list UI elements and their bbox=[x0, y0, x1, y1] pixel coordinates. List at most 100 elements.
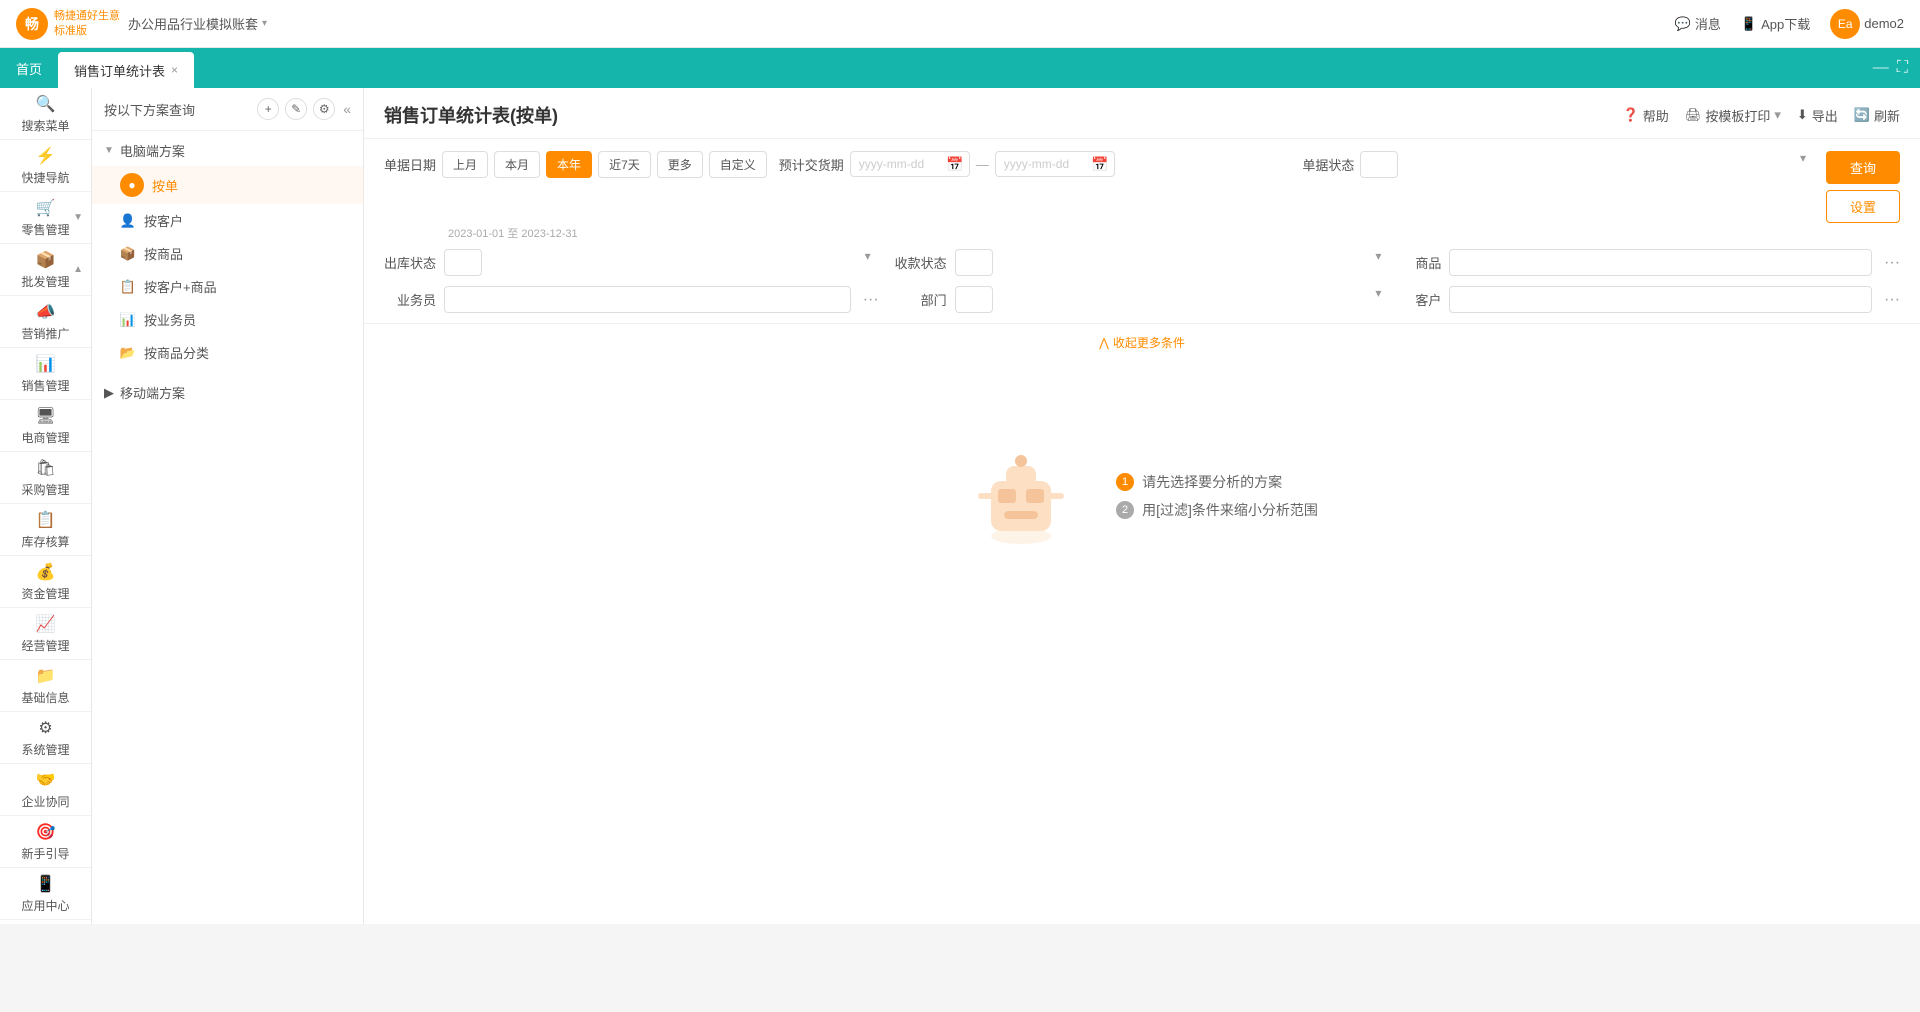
refresh-icon: 🔄 bbox=[1854, 107, 1870, 123]
sidebar-item-appstore[interactable]: 📱 应用中心 bbox=[0, 868, 91, 920]
scheme-panel: 按以下方案查询 + ✎ ⚙ « ▼ 电脑端方案 bbox=[92, 88, 364, 924]
salesperson-more-icon[interactable]: ··· bbox=[863, 291, 879, 309]
salesperson-input[interactable] bbox=[444, 286, 851, 313]
scheme-header-actions: + ✎ ⚙ bbox=[257, 98, 335, 120]
sidebar-item-purchase[interactable]: 🛍 采购管理 bbox=[0, 452, 91, 504]
sidebar-item-retail[interactable]: 🛒 零售管理 ▼ bbox=[0, 192, 91, 244]
tip-number-1: 1 bbox=[1116, 473, 1134, 491]
status-label: 单据状态 bbox=[1302, 155, 1354, 174]
inventory-icon: 📋 bbox=[36, 510, 56, 530]
sidebar-item-quick-nav[interactable]: ⚡ 快捷导航 bbox=[0, 140, 91, 192]
more-date-button[interactable]: 更多 bbox=[657, 151, 703, 178]
sidebar-item-guide[interactable]: 🎯 新手引导 bbox=[0, 816, 91, 868]
tab-sales-order[interactable]: 销售订单统计表 × bbox=[58, 52, 194, 88]
sidebar: 🔍 搜索菜单 ⚡ 快捷导航 🛒 零售管理 ▼ 📦 批发管理 ▲ 📣 营销推广 📊… bbox=[0, 88, 92, 924]
scheme-settings-button[interactable]: ⚙ bbox=[313, 98, 335, 120]
product-label: 商品 bbox=[1405, 253, 1441, 272]
curr-month-button[interactable]: 本月 bbox=[494, 151, 540, 178]
window-maximize-button[interactable]: ⛶ bbox=[1897, 59, 1908, 77]
action-buttons: 查询 设置 bbox=[1826, 151, 1900, 223]
app-title-area[interactable]: 办公用品行业模拟账套 ▾ bbox=[128, 14, 267, 33]
scheme-item-by-order[interactable]: ● 按单 bbox=[92, 166, 363, 204]
delivery-select-arrow-icon: ▾ bbox=[865, 249, 871, 263]
expected-date-end-input[interactable] bbox=[995, 151, 1115, 177]
scheme-add-button[interactable]: + bbox=[257, 98, 279, 120]
delivery-filter-cell: 出库状态 ▾ bbox=[384, 249, 895, 276]
tab-home[interactable]: 首页 bbox=[0, 48, 58, 88]
scheme-item-by-product[interactable]: 📦 按商品 bbox=[92, 237, 363, 270]
prev-month-button[interactable]: 上月 bbox=[442, 151, 488, 178]
desktop-scheme-group: ▼ 电脑端方案 ● 按单 👤 按客户 📦 按商品 bbox=[92, 131, 363, 373]
mobile-group-header[interactable]: ▶ 移动端方案 bbox=[92, 377, 363, 408]
page-header: 销售订单统计表(按单) ❓ 帮助 🖨 按模板打印 ▾ ⬇ bbox=[364, 88, 1920, 139]
product-more-icon[interactable]: ··· bbox=[1884, 254, 1900, 272]
department-filter-cell: 部门 ▾ bbox=[895, 286, 1406, 313]
content-area: 按以下方案查询 + ✎ ⚙ « ▼ 电脑端方案 bbox=[92, 88, 1920, 924]
user-area[interactable]: Ea demo2 bbox=[1830, 9, 1904, 39]
curr-year-button[interactable]: 本年 bbox=[546, 151, 592, 178]
empty-content: 1 请先选择要分析的方案 2 用[过滤]条件来缩小分析范围 bbox=[966, 441, 1318, 551]
sidebar-item-operations[interactable]: 📈 经营管理 bbox=[0, 608, 91, 660]
guide-icon: 🎯 bbox=[36, 822, 56, 842]
sidebar-item-wholesale[interactable]: 📦 批发管理 ▲ bbox=[0, 244, 91, 296]
delivery-select-wrap: ▾ bbox=[444, 249, 879, 276]
settings-button[interactable]: 设置 bbox=[1826, 190, 1900, 223]
tab-bar-actions: — ⛶ bbox=[1873, 59, 1920, 77]
retail-icon: 🛒 bbox=[36, 198, 56, 218]
print-button[interactable]: 🖨 按模板打印 ▾ bbox=[1685, 106, 1781, 125]
filter-area: 单据日期 上月 本月 本年 近7天 更多 自定义 预计交货期 bbox=[364, 139, 1920, 313]
expected-date-label: 预计交货期 bbox=[779, 155, 844, 174]
export-link[interactable]: ⬇ 导出 bbox=[1797, 106, 1838, 125]
customer-label: 客户 bbox=[1405, 290, 1441, 309]
desktop-group-arrow-icon: ▼ bbox=[104, 145, 114, 156]
sidebar-item-search-menu[interactable]: 🔍 搜索菜单 bbox=[0, 88, 91, 140]
sidebar-item-marketing[interactable]: 📣 营销推广 bbox=[0, 296, 91, 348]
scheme-item-by-category[interactable]: 📂 按商品分类 bbox=[92, 336, 363, 369]
sidebar-item-sales[interactable]: 📊 销售管理 bbox=[0, 348, 91, 400]
scheme-item-by-customer-product[interactable]: 📋 按客户+商品 bbox=[92, 270, 363, 303]
sidebar-item-system[interactable]: ⚙ 系统管理 bbox=[0, 712, 91, 764]
collapse-filters-button[interactable]: ⋀ 收起更多条件 bbox=[364, 323, 1920, 361]
sidebar-item-finance[interactable]: 💰 资金管理 bbox=[0, 556, 91, 608]
payment-select[interactable] bbox=[955, 249, 993, 276]
customer-filter-cell: 客户 ··· bbox=[1405, 286, 1900, 313]
app-title: 办公用品行业模拟账套 bbox=[128, 14, 258, 33]
date-label: 单据日期 bbox=[384, 155, 436, 174]
scheme-collapse-button[interactable]: « bbox=[343, 101, 351, 117]
customer-more-icon[interactable]: ··· bbox=[1884, 291, 1900, 309]
sidebar-item-enterprise[interactable]: 🤝 企业协同 bbox=[0, 764, 91, 816]
refresh-link[interactable]: 🔄 刷新 bbox=[1854, 106, 1900, 125]
customer-input[interactable] bbox=[1449, 286, 1872, 313]
message-action[interactable]: 💬 消息 bbox=[1675, 14, 1721, 33]
app-title-chevron-icon: ▾ bbox=[262, 18, 267, 29]
tip-row-2: 2 用[过滤]条件来缩小分析范围 bbox=[1116, 500, 1318, 520]
payment-select-wrap: ▾ bbox=[955, 249, 1390, 276]
status-select[interactable] bbox=[1360, 151, 1398, 178]
help-icon: ❓ bbox=[1623, 107, 1639, 123]
sidebar-item-ecommerce[interactable]: 🖥 电商管理 bbox=[0, 400, 91, 452]
product-input[interactable] bbox=[1449, 249, 1872, 276]
department-select[interactable] bbox=[955, 286, 993, 313]
checkmark-icon: ● bbox=[128, 178, 135, 192]
enterprise-icon: 🤝 bbox=[36, 770, 56, 790]
mobile-group-title: 移动端方案 bbox=[120, 383, 185, 402]
scheme-item-by-customer[interactable]: 👤 按客户 bbox=[92, 204, 363, 237]
help-link[interactable]: ❓ 帮助 bbox=[1623, 106, 1669, 125]
status-filter-section: 单据状态 ▾ bbox=[1302, 151, 1814, 178]
window-minimize-button[interactable]: — bbox=[1873, 59, 1889, 77]
scheme-item-by-salesperson[interactable]: 📊 按业务员 bbox=[92, 303, 363, 336]
customer-icon: 👤 bbox=[120, 213, 136, 229]
sidebar-item-inventory[interactable]: 📋 库存核算 bbox=[0, 504, 91, 556]
sidebar-item-basic[interactable]: 📁 基础信息 bbox=[0, 660, 91, 712]
scheme-edit-button[interactable]: ✎ bbox=[285, 98, 307, 120]
delivery-select[interactable] bbox=[444, 249, 482, 276]
desktop-group-header[interactable]: ▼ 电脑端方案 bbox=[92, 135, 363, 166]
app-download-action[interactable]: 📱 App下载 bbox=[1741, 14, 1810, 33]
last-7days-button[interactable]: 近7天 bbox=[598, 151, 651, 178]
tab-close-icon[interactable]: × bbox=[171, 63, 178, 77]
query-button[interactable]: 查询 bbox=[1826, 151, 1900, 184]
sidebar-item-wechat[interactable]: 💬 企业微信 bbox=[0, 920, 91, 924]
mobile-scheme-group: ▶ 移动端方案 bbox=[92, 373, 363, 412]
expected-date-start-input[interactable] bbox=[850, 151, 970, 177]
custom-date-button[interactable]: 自定义 bbox=[709, 151, 767, 178]
